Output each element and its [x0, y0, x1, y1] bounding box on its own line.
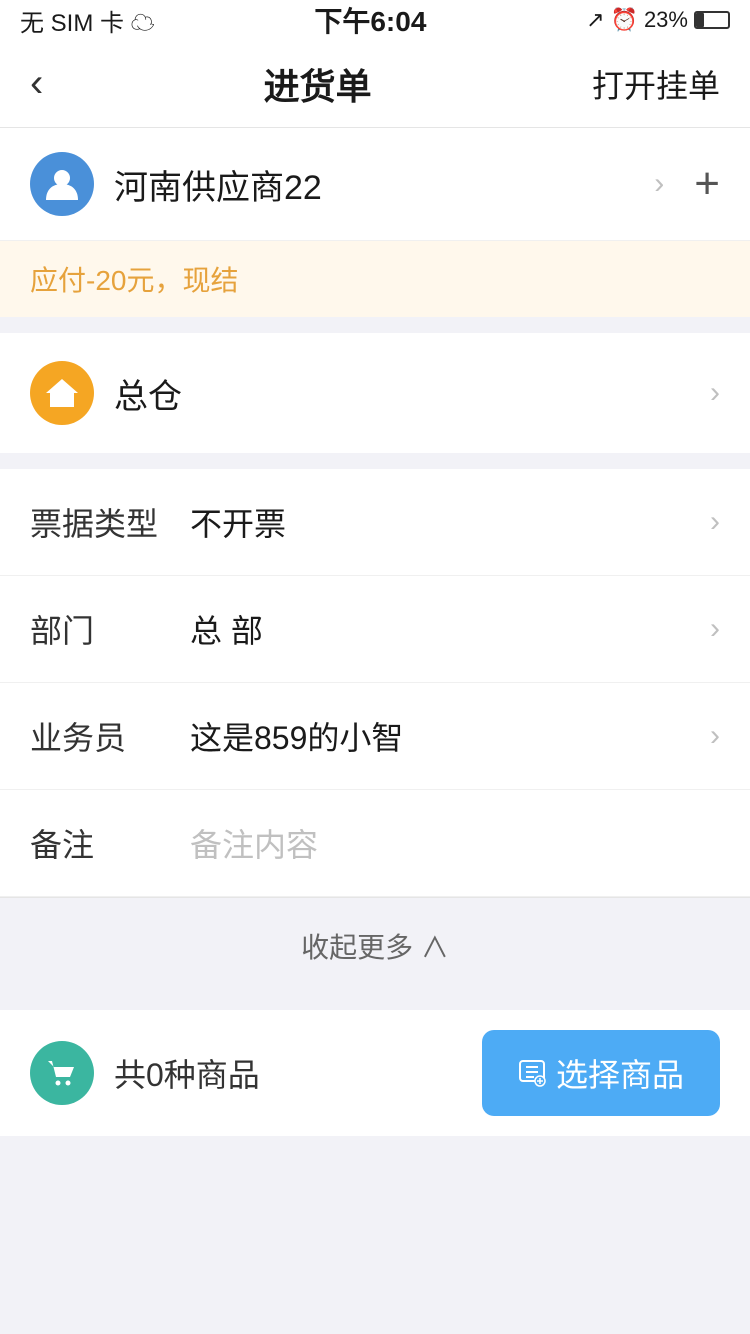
invoice-type-label: 票据类型	[30, 499, 170, 545]
salesperson-value: 这是859的小智	[170, 713, 710, 759]
warehouse-icon	[44, 375, 80, 411]
person-icon	[44, 166, 80, 202]
salesperson-row[interactable]: 业务员 这是859的小智 ›	[0, 683, 750, 790]
warehouse-avatar	[30, 361, 94, 425]
product-count-label: 共0种商品	[114, 1050, 482, 1096]
cart-icon-circle	[30, 1041, 94, 1105]
status-time: 下午6:04	[314, 0, 426, 40]
location-icon: ↗	[586, 7, 604, 33]
nav-bar: ‹ 进货单 打开挂单	[0, 40, 750, 128]
battery-icon	[694, 11, 730, 29]
remarks-placeholder[interactable]: 备注内容	[170, 820, 720, 866]
form-section: 票据类型 不开票 › 部门 总 部 › 业务员 这是859的小智 › 备注 备注…	[0, 469, 750, 994]
supplier-name: 河南供应商22	[114, 160, 654, 209]
page-title: 进货单	[264, 58, 372, 110]
invoice-type-row[interactable]: 票据类型 不开票 ›	[0, 469, 750, 576]
warehouse-chevron-icon: ›	[710, 376, 720, 410]
supplier-section: 河南供应商22 › + 应付-20元，现结	[0, 128, 750, 317]
status-bar: 无 SIM 卡 ☁ 下午6:04 ↗ ⏰ 23%	[0, 0, 750, 40]
select-product-label: 选择商品	[556, 1050, 684, 1096]
select-product-button[interactable]: 选择商品	[482, 1030, 720, 1116]
invoice-chevron-icon: ›	[710, 505, 720, 539]
content-area: 河南供应商22 › + 应付-20元，现结 总仓 › 票据类型 不开票 ›	[0, 128, 750, 1136]
back-button[interactable]: ‹	[30, 61, 43, 106]
department-value: 总 部	[170, 606, 710, 652]
department-label: 部门	[30, 606, 170, 652]
select-product-icon	[518, 1059, 546, 1087]
warehouse-name: 总仓	[114, 369, 710, 418]
warehouse-section[interactable]: 总仓 ›	[0, 333, 750, 453]
remarks-row[interactable]: 备注 备注内容	[0, 790, 750, 897]
invoice-type-value: 不开票	[170, 499, 710, 545]
remarks-label: 备注	[30, 820, 170, 866]
salesperson-chevron-icon: ›	[710, 719, 720, 753]
cart-icon	[44, 1055, 80, 1091]
collapse-button[interactable]: 收起更多 ∧	[0, 897, 750, 994]
status-left: 无 SIM 卡 ☁	[20, 3, 155, 38]
product-bar: 共0种商品 选择商品	[0, 1010, 750, 1136]
add-supplier-button[interactable]: +	[694, 162, 720, 206]
sim-label: 无 SIM 卡 ☁	[20, 3, 155, 38]
notice-banner: 应付-20元，现结	[0, 241, 750, 317]
battery-label: 23%	[644, 7, 688, 33]
alarm-icon: ⏰	[611, 7, 638, 33]
department-chevron-icon: ›	[710, 612, 720, 646]
status-right: ↗ ⏰ 23%	[586, 7, 730, 33]
supplier-avatar	[30, 152, 94, 216]
warehouse-row[interactable]: 总仓 ›	[0, 333, 750, 453]
supplier-row[interactable]: 河南供应商22 › +	[0, 128, 750, 241]
open-pending-button[interactable]: 打开挂单	[592, 61, 720, 107]
supplier-chevron-icon: ›	[654, 167, 664, 201]
department-row[interactable]: 部门 总 部 ›	[0, 576, 750, 683]
salesperson-label: 业务员	[30, 713, 170, 759]
